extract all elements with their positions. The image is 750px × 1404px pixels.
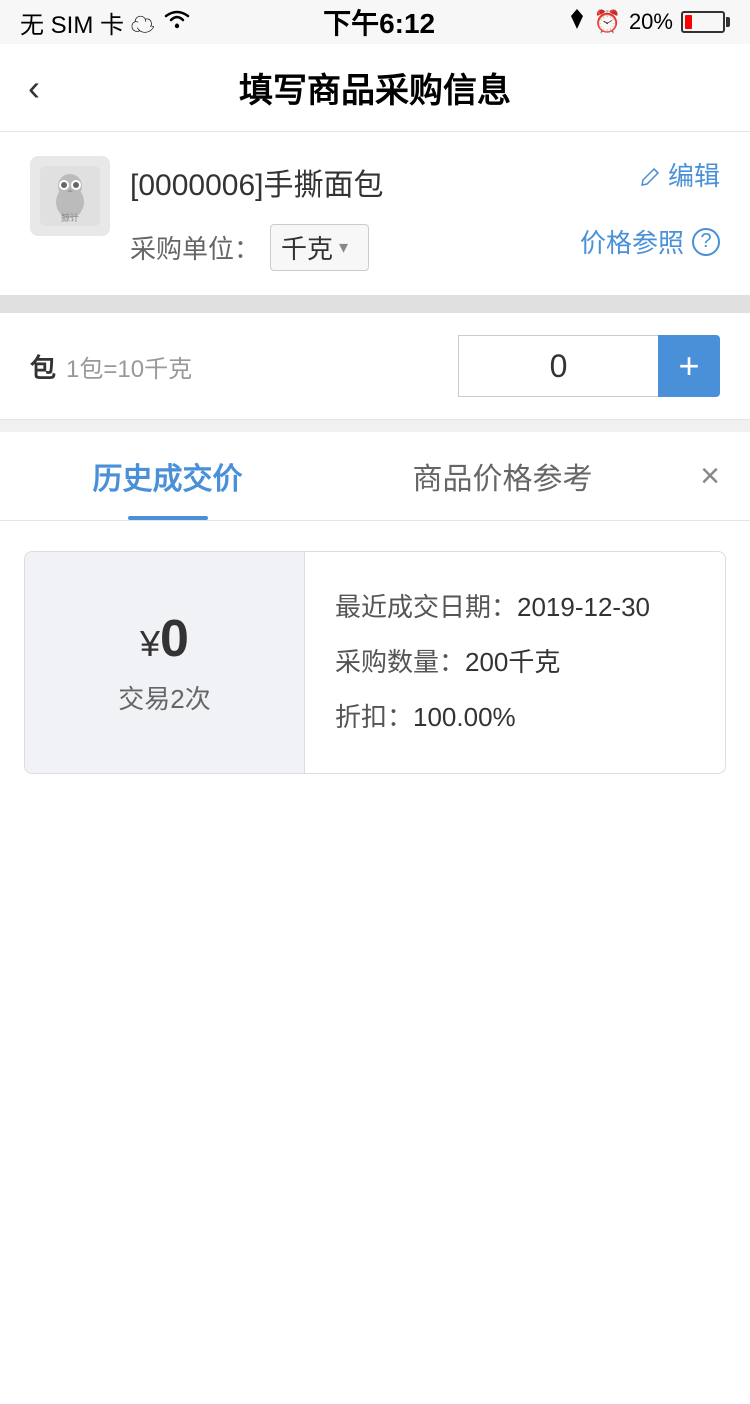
tab-product-price-ref[interactable]: 商品价格参考	[335, 432, 670, 520]
status-time: 下午6:12	[323, 2, 435, 42]
history-card: ¥0 交易2次 最近成交日期：2019-12-30 采购数量：200千克 折扣：…	[24, 551, 726, 774]
tab-history-price[interactable]: 历史成交价	[0, 432, 335, 520]
history-card-right: 最近成交日期：2019-12-30 采购数量：200千克 折扣：100.00%	[305, 552, 725, 773]
unit-select[interactable]: 千克 ▾	[270, 224, 369, 271]
tab-close-button[interactable]: ×	[670, 432, 750, 520]
recent-date-row: 最近成交日期：2019-12-30	[335, 588, 695, 627]
trade-count: 交易2次	[118, 679, 210, 716]
discount-label: 折扣：	[335, 702, 413, 732]
status-bar: 无 SIM 卡 ☁ 下午6:12 ⏰ 20%	[0, 0, 750, 44]
sim-status: 无 SIM 卡 ☁	[20, 5, 155, 40]
recent-date-label: 最近成交日期：	[335, 592, 517, 622]
product-logo: 鲸计	[30, 156, 110, 236]
purchase-qty-label: 采购数量：	[335, 647, 465, 677]
price-ref-row: 价格参照 ?	[580, 223, 720, 260]
purchase-qty-row: 采购数量：200千克	[335, 643, 695, 682]
tab-product-price-ref-label: 商品价格参考	[413, 454, 593, 498]
quantity-plus-button[interactable]: +	[658, 335, 720, 397]
page-title: 填写商品采购信息	[239, 63, 511, 112]
currency-symbol: ¥	[140, 623, 160, 664]
product-info: [0000006]手撕面包 采购单位： 千克 ▾	[130, 156, 383, 271]
edit-label: 编辑	[668, 156, 720, 193]
unit-select-arrow-icon: ▾	[339, 237, 348, 258]
quantity-label: 包 1包=10千克	[30, 348, 192, 385]
discount-row: 折扣：100.00%	[335, 698, 695, 737]
tab-history-price-label: 历史成交价	[93, 454, 243, 498]
price-value: 0	[160, 610, 189, 668]
tabs-header: 历史成交价 商品价格参考 ×	[0, 432, 750, 521]
svg-text:鲸计: 鲸计	[61, 212, 79, 223]
battery-icon	[681, 11, 730, 33]
product-right: 编辑 价格参照 ?	[580, 156, 720, 260]
info-circle-icon[interactable]: ?	[692, 228, 720, 256]
purchase-unit-label: 采购单位：	[130, 229, 260, 266]
quantity-controls: 0 +	[458, 335, 720, 397]
unit-desc: 1包=10千克	[66, 349, 192, 384]
edit-button[interactable]: 编辑	[640, 156, 720, 193]
main-content-area	[0, 804, 750, 1404]
location-icon	[568, 8, 586, 36]
back-button[interactable]: ‹	[28, 70, 40, 106]
tab-active-indicator	[128, 516, 208, 520]
quantity-input[interactable]: 0	[458, 335, 658, 397]
recent-date-value: 2019-12-30	[517, 592, 650, 622]
brand-logo-icon: 鲸计	[40, 166, 100, 226]
history-card-left: ¥0 交易2次	[25, 552, 305, 773]
wifi-icon	[163, 9, 191, 35]
status-right: ⏰ 20%	[568, 8, 730, 36]
tabs-section: 历史成交价 商品价格参考 × ¥0 交易2次 最近成交日期：2019-12-30…	[0, 432, 750, 804]
product-name: [0000006]手撕面包	[130, 160, 383, 204]
nav-bar: ‹ 填写商品采购信息	[0, 44, 750, 132]
history-content: ¥0 交易2次 最近成交日期：2019-12-30 采购数量：200千克 折扣：…	[0, 521, 750, 804]
section-divider	[0, 295, 750, 313]
product-section: 鲸计 [0000006]手撕面包 采购单位： 千克 ▾	[0, 132, 750, 295]
unit-name: 包	[30, 348, 56, 385]
quantity-row: 包 1包=10千克 0 +	[0, 313, 750, 420]
alarm-icon: ⏰	[594, 9, 621, 35]
purchase-qty-value: 200千克	[465, 647, 560, 677]
history-price: ¥0	[140, 609, 189, 669]
product-left: 鲸计 [0000006]手撕面包 采购单位： 千克 ▾	[30, 156, 383, 271]
battery-percent: 20%	[629, 9, 673, 35]
edit-icon	[640, 164, 662, 186]
price-ref-button[interactable]: 价格参照	[580, 223, 684, 260]
discount-value: 100.00%	[413, 702, 516, 732]
status-left: 无 SIM 卡 ☁	[20, 5, 191, 40]
unit-value: 千克	[281, 229, 333, 266]
